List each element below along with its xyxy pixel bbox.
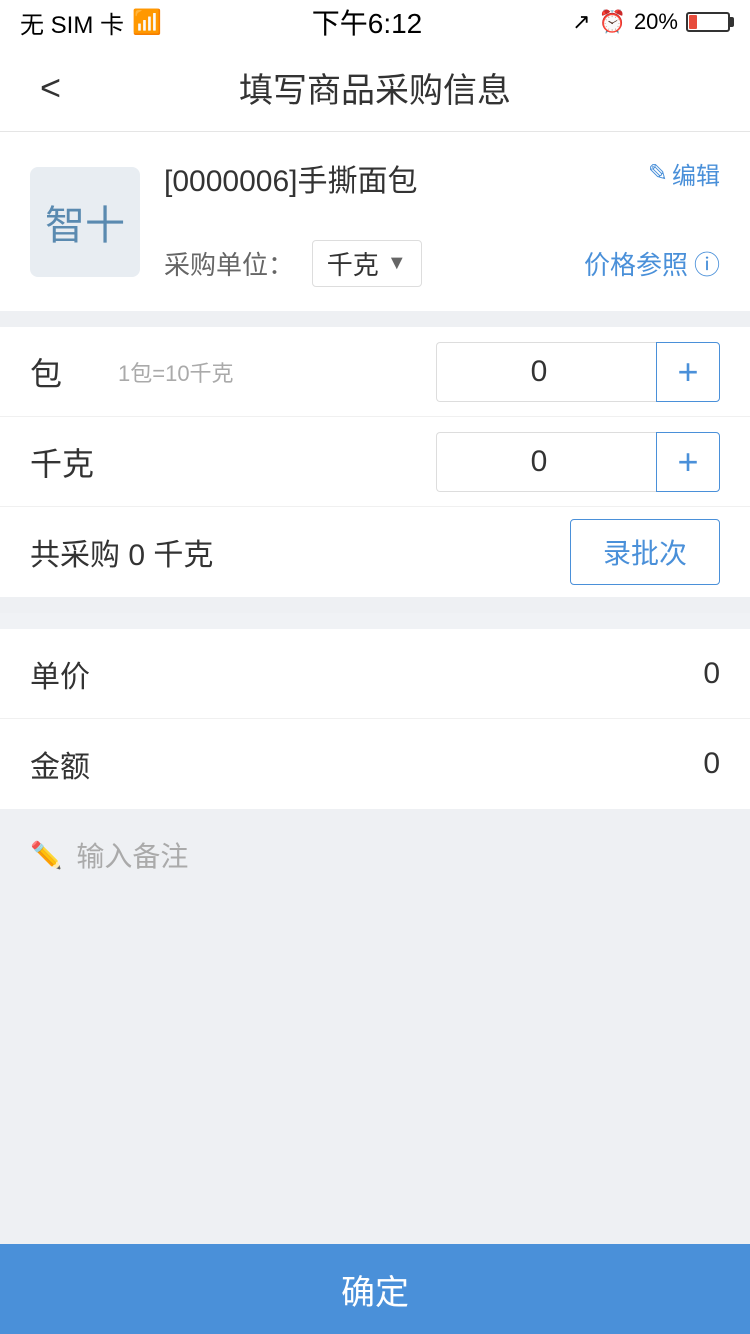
product-top-row: [0000006]手撕面包 ✎ 编辑	[164, 156, 720, 220]
kg-input-row: 千克 +	[0, 417, 750, 507]
battery-pct: 20%	[634, 9, 678, 35]
battery-icon	[686, 12, 730, 32]
amount-value: 0	[703, 747, 720, 781]
price-section: 单价 0 金额 0	[0, 629, 750, 809]
notes-placeholder: 输入备注	[76, 835, 188, 875]
kg-plus-button[interactable]: +	[656, 432, 720, 492]
confirm-button[interactable]: 确定	[0, 1244, 750, 1334]
kg-input[interactable]	[436, 432, 656, 492]
notes-section[interactable]: ✏️ 输入备注	[0, 809, 750, 901]
bag-label: 包	[30, 349, 110, 395]
edit-icon: ✎	[648, 159, 668, 188]
location-icon: ↗	[572, 9, 590, 35]
edit-button[interactable]: ✎ 编辑	[648, 156, 720, 191]
divider-1	[0, 311, 750, 327]
alarm-icon: ⏰	[599, 9, 626, 35]
status-right: ↗ ⏰ 20%	[572, 9, 730, 35]
back-button[interactable]: <	[30, 57, 71, 119]
product-name: [0000006]手撕面包	[164, 156, 417, 200]
product-unit-row: 采购单位： 千克 ▼ 价格参照 ⓘ	[164, 240, 720, 287]
kg-label: 千克	[30, 439, 110, 485]
bag-input-wrap: +	[436, 342, 720, 402]
price-ref-button[interactable]: 价格参照 ⓘ	[584, 245, 720, 282]
unit-price-value: 0	[703, 657, 720, 691]
record-batch-button[interactable]: 录批次	[570, 519, 720, 585]
pencil-icon: ✏️	[30, 840, 62, 871]
input-section: 包 1包=10千克 + 千克 +	[0, 327, 750, 507]
unit-label: 采购单位：	[164, 250, 294, 280]
edit-label: 编辑	[672, 156, 720, 191]
confirm-label: 确定	[341, 1265, 409, 1314]
unit-value: 千克	[327, 245, 379, 282]
unit-select[interactable]: 千克 ▼	[312, 240, 422, 287]
time-display: 下午6:12	[312, 2, 423, 42]
summary-prefix: 共采购	[30, 539, 120, 572]
bag-plus-button[interactable]: +	[656, 342, 720, 402]
summary-amount-value: 0	[128, 539, 145, 572]
page-title: 填写商品采购信息	[239, 63, 511, 112]
unit-price-row: 单价 0	[0, 629, 750, 719]
kg-input-wrap: +	[436, 432, 720, 492]
question-icon: ⓘ	[694, 245, 720, 282]
bag-input-row: 包 1包=10千克 +	[0, 327, 750, 417]
amount-label: 金额	[30, 742, 90, 786]
summary-unit-label: 千克	[153, 539, 213, 572]
divider-2	[0, 597, 750, 613]
sim-status: 无 SIM 卡	[20, 5, 124, 40]
summary-row: 共采购 0 千克 录批次	[0, 507, 750, 597]
bag-sublabel: 1包=10千克	[118, 356, 436, 388]
status-bar: 无 SIM 卡 📶 下午6:12 ↗ ⏰ 20%	[0, 0, 750, 44]
summary-text: 共采购 0 千克	[30, 530, 213, 574]
unit-selector-group: 采购单位： 千克 ▼	[164, 240, 422, 287]
product-image: 智十	[30, 167, 140, 277]
chevron-down-icon: ▼	[387, 252, 407, 275]
battery-fill	[689, 15, 697, 29]
unit-price-label: 单价	[30, 652, 90, 696]
status-left: 无 SIM 卡 📶	[20, 5, 162, 40]
product-logo: 智十	[45, 193, 125, 251]
amount-row: 金额 0	[0, 719, 750, 809]
wifi-icon: 📶	[132, 8, 162, 37]
nav-bar: < 填写商品采购信息	[0, 44, 750, 132]
bag-input[interactable]	[436, 342, 656, 402]
blank-area	[0, 901, 750, 1244]
product-info: [0000006]手撕面包 ✎ 编辑 采购单位： 千克 ▼ 价格参照 ⓘ	[164, 156, 720, 287]
product-card: 智十 [0000006]手撕面包 ✎ 编辑 采购单位： 千克 ▼	[0, 132, 750, 311]
price-ref-label: 价格参照	[584, 245, 688, 282]
